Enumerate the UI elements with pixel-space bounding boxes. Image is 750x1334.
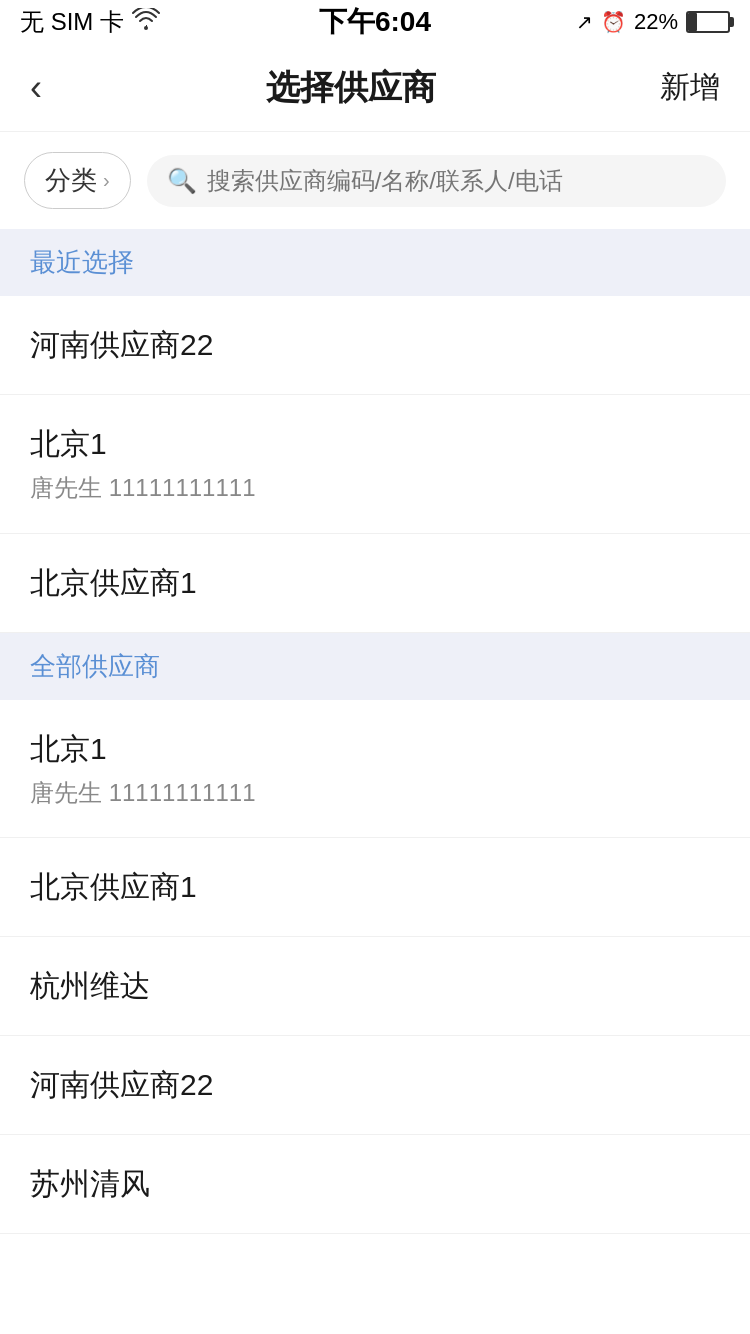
search-icon: 🔍 xyxy=(167,167,197,195)
list-item[interactable]: 苏州清风 xyxy=(0,1135,750,1234)
battery-percent: 22% xyxy=(634,9,678,35)
list-item[interactable]: 北京供应商1 xyxy=(0,534,750,633)
item-name: 北京供应商1 xyxy=(30,562,720,604)
list-item[interactable]: 河南供应商22 xyxy=(0,296,750,395)
search-input[interactable] xyxy=(207,167,706,195)
alarm-icon: ⏰ xyxy=(601,10,626,34)
status-left: 无 SIM 卡 xyxy=(20,6,160,38)
page-title: 选择供应商 xyxy=(266,65,436,111)
recent-list: 河南供应商22 北京1 唐先生 11111111111 北京供应商1 xyxy=(0,296,750,633)
item-name: 北京1 xyxy=(30,423,720,465)
item-name: 杭州维达 xyxy=(30,965,720,1007)
no-sim-label: 无 SIM 卡 xyxy=(20,6,124,38)
category-button[interactable]: 分类 › xyxy=(24,152,131,209)
list-item[interactable]: 河南供应商22 xyxy=(0,1036,750,1135)
add-button[interactable]: 新增 xyxy=(660,67,720,108)
item-sub: 唐先生 11111111111 xyxy=(30,471,720,505)
filter-bar: 分类 › 🔍 xyxy=(0,132,750,229)
wifi-icon xyxy=(132,8,160,36)
list-item[interactable]: 北京1 唐先生 11111111111 xyxy=(0,700,750,839)
item-name: 北京1 xyxy=(30,728,720,770)
item-name: 苏州清风 xyxy=(30,1163,720,1205)
status-bar: 无 SIM 卡 下午6:04 ↗ ⏰ 22% xyxy=(0,0,750,44)
chevron-right-icon: › xyxy=(103,169,110,192)
category-label: 分类 xyxy=(45,163,97,198)
nav-bar: ‹ 选择供应商 新增 xyxy=(0,44,750,132)
battery-icon xyxy=(686,11,730,33)
item-name: 河南供应商22 xyxy=(30,1064,720,1106)
item-name: 河南供应商22 xyxy=(30,324,720,366)
location-icon: ↗ xyxy=(576,10,593,34)
all-list: 北京1 唐先生 11111111111 北京供应商1 杭州维达河南供应商22 苏州清风 xyxy=(0,700,750,1235)
status-right: ↗ ⏰ 22% xyxy=(576,9,730,35)
list-item[interactable]: 北京供应商1 xyxy=(0,838,750,937)
svg-point-0 xyxy=(144,26,148,30)
search-box[interactable]: 🔍 xyxy=(147,155,726,207)
list-item[interactable]: 北京1 唐先生 11111111111 xyxy=(0,395,750,534)
item-sub: 唐先生 11111111111 xyxy=(30,776,720,810)
item-name: 北京供应商1 xyxy=(30,866,720,908)
back-button[interactable]: ‹ xyxy=(30,67,42,109)
list-item[interactable]: 杭州维达 xyxy=(0,937,750,1036)
all-section-header: 全部供应商 xyxy=(0,633,750,700)
status-time: 下午6:04 xyxy=(319,3,431,41)
recent-section-header: 最近选择 xyxy=(0,229,750,296)
